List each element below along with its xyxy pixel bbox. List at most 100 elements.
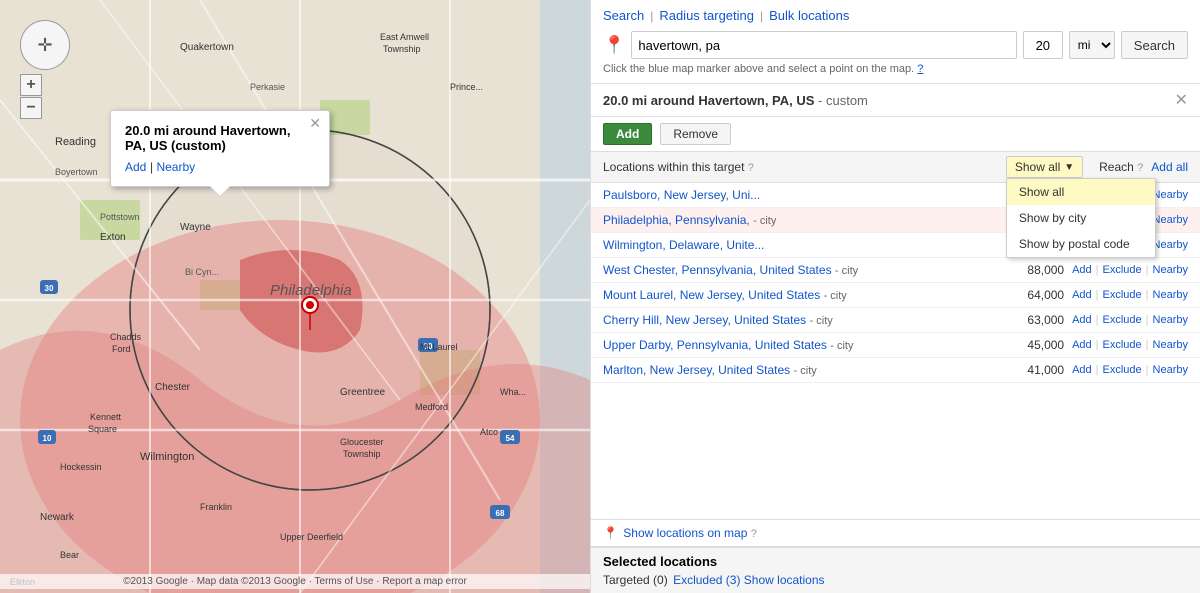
action-add[interactable]: Add [1072, 289, 1092, 301]
location-name: Mount Laurel, New Jersey, United States … [603, 288, 996, 302]
popup-close-button[interactable]: ✕ [309, 115, 321, 132]
action-exclude[interactable]: Exclude [1103, 314, 1142, 326]
excluded-link[interactable]: Excluded (3) [673, 573, 744, 587]
location-reach: 88,000 [1004, 263, 1064, 277]
reach-help-icon[interactable]: ? [1137, 162, 1143, 174]
svg-text:Township: Township [383, 44, 421, 54]
dropdown-item-show-city[interactable]: Show by city [1007, 205, 1155, 231]
svg-text:Gloucester: Gloucester [340, 437, 384, 447]
svg-text:Franklin: Franklin [200, 502, 232, 512]
action-nearby[interactable]: Nearby [1153, 339, 1188, 351]
zoom-in-button[interactable]: + [20, 74, 42, 96]
show-locations-link[interactable]: Show locations [744, 573, 825, 587]
show-all-dropdown[interactable]: Show all ▼ Show all Show by city Show by… [1006, 156, 1083, 178]
svg-text:Atco: Atco [480, 427, 498, 437]
dropdown-item-show-all[interactable]: Show all [1007, 179, 1155, 205]
action-nearby[interactable]: Nearby [1153, 314, 1188, 326]
svg-text:Ford: Ford [112, 344, 131, 354]
svg-text:Greentree: Greentree [340, 387, 385, 398]
svg-text:Bear: Bear [60, 550, 79, 560]
svg-text:Wayne: Wayne [180, 222, 211, 233]
add-button[interactable]: Add [603, 123, 652, 145]
action-nearby[interactable]: Nearby [1153, 364, 1188, 376]
svg-text:Medford: Medford [415, 402, 448, 412]
selected-locations-title: Selected locations [603, 554, 1188, 569]
unit-select[interactable]: mi km [1069, 31, 1115, 59]
map-controls[interactable]: ✛ + − [20, 20, 70, 120]
location-name: Paulsboro, New Jersey, Uni... [603, 188, 996, 202]
show-all-button[interactable]: Show all ▼ [1006, 156, 1083, 178]
location-name: West Chester, Pennsylvania, United State… [603, 263, 996, 277]
svg-text:Chadds: Chadds [110, 332, 142, 342]
action-nearby[interactable]: Nearby [1153, 239, 1188, 251]
nav-bulk-link[interactable]: Bulk locations [769, 8, 849, 23]
table-row: Marlton, New Jersey, United States - cit… [591, 358, 1200, 383]
svg-text:54: 54 [506, 434, 515, 443]
svg-text:Bi Cyn...: Bi Cyn... [185, 267, 219, 277]
locations-header-label: Locations within this target ? [603, 160, 998, 174]
svg-text:Exton: Exton [100, 232, 126, 243]
panel-header: Search | Radius targeting | Bulk locatio… [591, 0, 1200, 84]
search-input[interactable] [631, 31, 1016, 59]
target-close-button[interactable]: ✕ [1175, 90, 1188, 110]
popup-add-link[interactable]: Add [125, 160, 146, 174]
location-actions: Add | Exclude | Nearby [1072, 339, 1188, 351]
action-add[interactable]: Add [1072, 364, 1092, 376]
location-pin-icon: 📍 [603, 35, 625, 56]
target-result-text: 20.0 mi around Havertown, PA, US - custo… [603, 93, 868, 108]
show-on-map-help-icon[interactable]: ? [751, 528, 757, 540]
action-add[interactable]: Add [1072, 264, 1092, 276]
add-all-link[interactable]: Add all [1151, 160, 1188, 174]
location-actions: Add | Exclude | Nearby [1072, 264, 1188, 276]
action-add[interactable]: Add [1072, 339, 1092, 351]
nav-search-link[interactable]: Search [603, 8, 644, 23]
svg-text:Township: Township [343, 449, 381, 459]
show-on-map-link[interactable]: Show locations on map [623, 526, 747, 540]
zoom-out-button[interactable]: − [20, 97, 42, 119]
search-row: 📍 mi km Search [603, 31, 1188, 59]
search-button[interactable]: Search [1121, 31, 1188, 59]
show-on-map-row: 📍 Show locations on map ? [591, 519, 1200, 546]
target-result-bar: 20.0 mi around Havertown, PA, US - custo… [591, 84, 1200, 117]
location-name: Marlton, New Jersey, United States - cit… [603, 363, 996, 377]
map-pan-control[interactable]: ✛ [20, 20, 70, 70]
popup-title: 20.0 mi around Havertown, PA, US (custom… [125, 123, 301, 153]
table-row: Upper Darby, Pennsylvania, United States… [591, 333, 1200, 358]
panel-nav: Search | Radius targeting | Bulk locatio… [603, 8, 1188, 23]
action-nearby[interactable]: Nearby [1153, 214, 1188, 226]
location-name: Wilmington, Delaware, Unite... [603, 238, 996, 252]
nav-radius-link[interactable]: Radius targeting [659, 8, 754, 23]
location-actions: Add | Exclude | Nearby [1072, 314, 1188, 326]
map-panel: 476 276 30 10 30 54 68 Reading Boyertown… [0, 0, 590, 593]
svg-text:Perkasie: Perkasie [250, 82, 285, 92]
action-exclude[interactable]: Exclude [1103, 264, 1142, 276]
remove-button[interactable]: Remove [660, 123, 731, 145]
svg-text:Mt Laurel: Mt Laurel [420, 342, 458, 352]
action-nearby[interactable]: Nearby [1153, 264, 1188, 276]
action-exclude[interactable]: Exclude [1103, 339, 1142, 351]
svg-text:Wilmington: Wilmington [140, 451, 194, 463]
svg-text:Square: Square [88, 424, 117, 434]
popup-nearby-link[interactable]: Nearby [156, 160, 195, 174]
distance-input[interactable] [1023, 31, 1063, 59]
action-exclude[interactable]: Exclude [1103, 289, 1142, 301]
locations-help-icon[interactable]: ? [748, 162, 754, 174]
action-add[interactable]: Add [1072, 314, 1092, 326]
action-exclude[interactable]: Exclude [1103, 364, 1142, 376]
location-reach: 41,000 [1004, 363, 1064, 377]
action-nearby[interactable]: Nearby [1153, 289, 1188, 301]
table-row: West Chester, Pennsylvania, United State… [591, 258, 1200, 283]
location-name: Cherry Hill, New Jersey, United States -… [603, 313, 996, 327]
show-all-menu: Show all Show by city Show by postal cod… [1006, 178, 1156, 258]
svg-text:Boyertown: Boyertown [55, 167, 98, 177]
svg-text:10: 10 [43, 434, 52, 443]
map-attribution: ©2013 Google · Map data ©2013 Google · T… [0, 574, 590, 589]
search-hint: Click the blue map marker above and sele… [603, 63, 1188, 75]
location-actions: Add | Exclude | Nearby [1072, 289, 1188, 301]
dropdown-item-show-postal[interactable]: Show by postal code [1007, 231, 1155, 257]
action-nearby[interactable]: Nearby [1153, 189, 1188, 201]
hint-help-link[interactable]: ? [917, 63, 923, 75]
selected-locations-sub: Targeted (0) Excluded (3) Show locations [603, 573, 1188, 587]
svg-text:Reading: Reading [55, 136, 96, 148]
location-reach: 45,000 [1004, 338, 1064, 352]
